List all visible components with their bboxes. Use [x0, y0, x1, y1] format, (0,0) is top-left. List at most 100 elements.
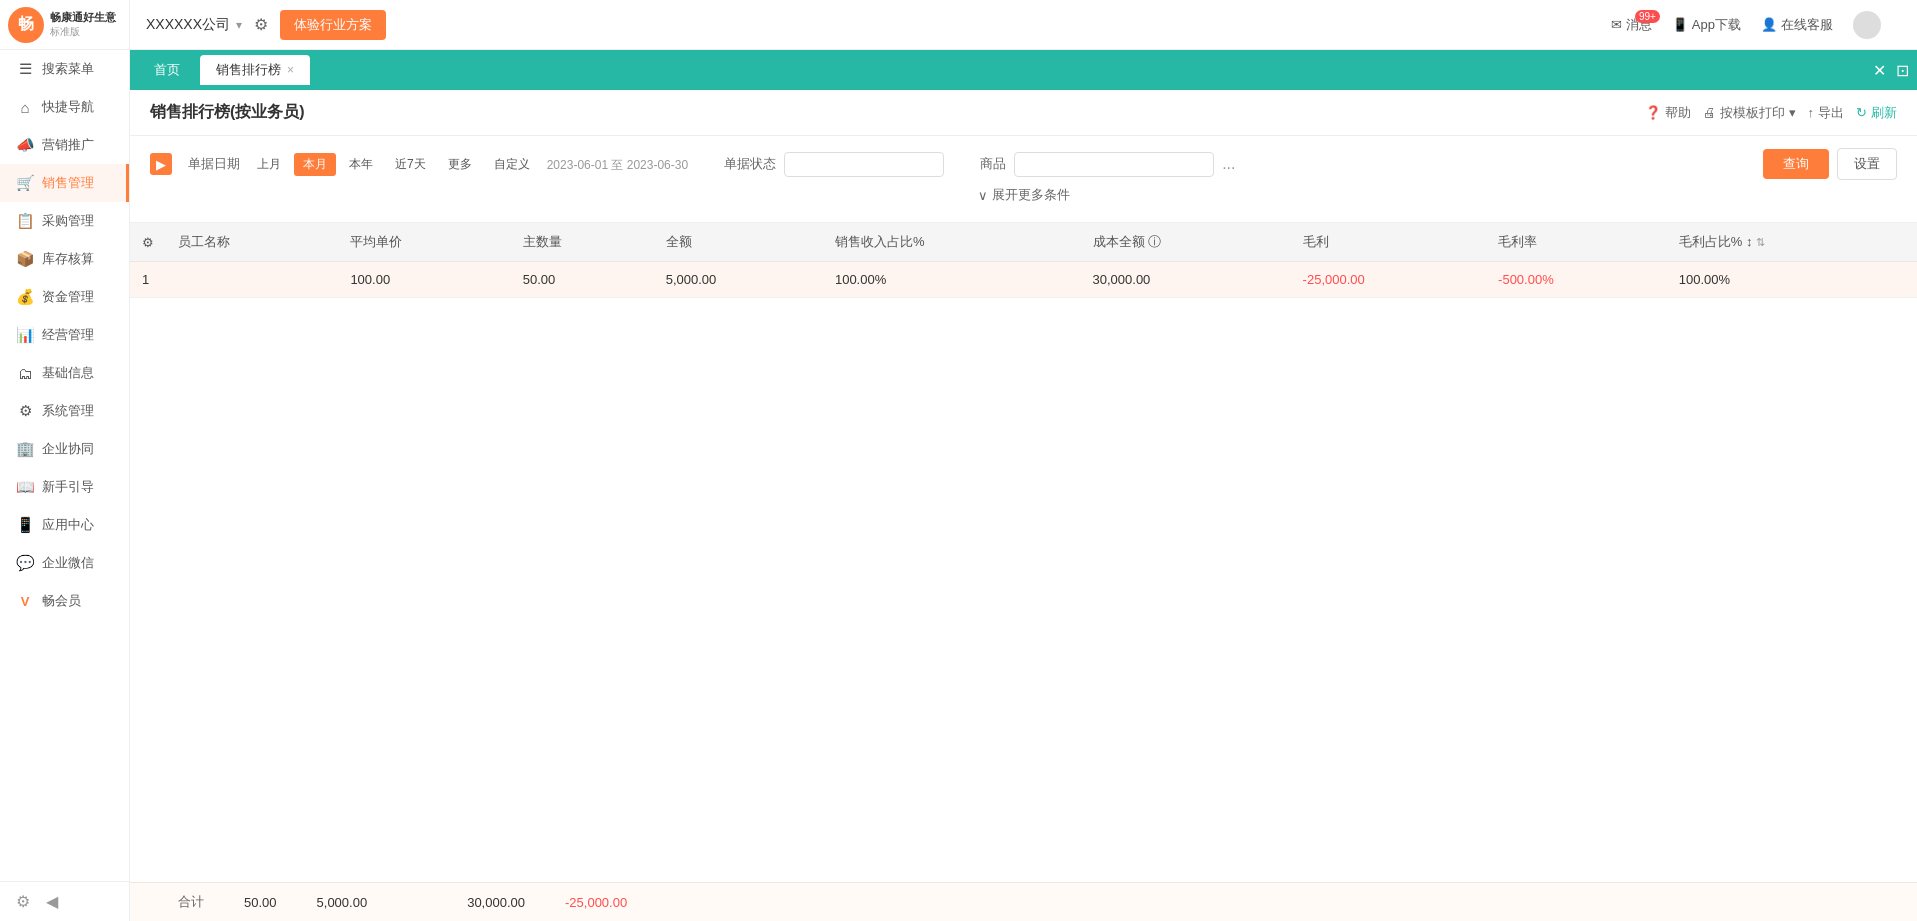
more-options-icon[interactable]: ...: [1222, 155, 1235, 173]
date-tab-last-month[interactable]: 上月: [248, 153, 290, 176]
sidebar-label: 系统管理: [42, 402, 94, 420]
sidebar-item-basics[interactable]: 🗂 基础信息: [0, 354, 129, 392]
message-icon: ✉: [1611, 17, 1622, 32]
date-tab-custom[interactable]: 自定义: [485, 153, 539, 176]
table-header-row: ⚙ 员工名称 平均单价 主数量 全额 销售收入占比% 成本全额 ⓘ 毛利 毛利率…: [130, 223, 1917, 262]
refresh-button[interactable]: ↻ 刷新: [1856, 104, 1897, 122]
cell-gross: -25,000.00: [1291, 262, 1486, 298]
window-buttons: ✕ ⊡: [1873, 61, 1909, 80]
trial-button[interactable]: 体验行业方案: [280, 10, 386, 40]
wechat-icon: 💬: [16, 554, 34, 572]
help-label: 帮助: [1665, 104, 1691, 122]
collapse-icon[interactable]: ◀: [46, 892, 58, 911]
sidebar-label: 库存核算: [42, 250, 94, 268]
sort-icon[interactable]: ⇅: [1756, 236, 1765, 248]
inventory-icon: 📦: [16, 250, 34, 268]
status-select[interactable]: [784, 152, 944, 177]
sidebar-item-purchase[interactable]: 📋 采购管理: [0, 202, 129, 240]
expand-row[interactable]: ∨ 展开更多条件: [150, 180, 1897, 210]
date-tab-7days[interactable]: 近7天: [386, 153, 435, 176]
col-gross-pct: 毛利占比% ↕ ⇅: [1667, 223, 1917, 262]
tab-sales-ranking[interactable]: 销售排行榜 ×: [200, 55, 310, 85]
sidebar-item-vip[interactable]: V 畅会员: [0, 582, 129, 620]
company-selector[interactable]: XXXXXX公司 ▾: [146, 16, 242, 34]
date-tab-this-month[interactable]: 本月: [294, 153, 336, 176]
sidebar-item-quick-nav[interactable]: ⌂ 快捷导航: [0, 88, 129, 126]
cell-gross-pct: 100.00%: [1667, 262, 1917, 298]
filter-row-1: ▶ 单据日期 上月 本月 本年 近7天 更多 自定义 2023-06-01 至 …: [150, 148, 1897, 180]
sidebar-label: 营销推广: [42, 136, 94, 154]
sidebar-item-inventory[interactable]: 📦 库存核算: [0, 240, 129, 278]
topbar-gear-icon[interactable]: ⚙: [254, 15, 268, 34]
data-table: ⚙ 员工名称 平均单价 主数量 全额 销售收入占比% 成本全额 ⓘ 毛利 毛利率…: [130, 223, 1917, 298]
chevron-down-icon: ▾: [236, 18, 242, 32]
help-button[interactable]: ❓ 帮助: [1645, 104, 1691, 122]
sidebar-item-marketing[interactable]: 📣 营销推广: [0, 126, 129, 164]
sidebar-item-system[interactable]: ⚙ 系统管理: [0, 392, 129, 430]
help-icon: ❓: [1645, 105, 1661, 120]
cell-sales-pct: 100.00%: [823, 262, 1081, 298]
message-badge: 99+: [1635, 10, 1660, 23]
close-window-icon[interactable]: ✕: [1873, 61, 1886, 80]
basics-icon: 🗂: [16, 365, 34, 382]
sidebar-label: 采购管理: [42, 212, 94, 230]
logo-text: 畅康通好生意 标准版: [50, 10, 116, 39]
cell-cost-amount: 30,000.00: [1081, 262, 1291, 298]
page-header: 销售排行榜(按业务员) ❓ 帮助 🖨 按模板打印 ▾ ↑ 导出 ↻ 刷新: [130, 90, 1917, 136]
sidebar-item-appstore[interactable]: 📱 应用中心: [0, 506, 129, 544]
col-gross: 毛利: [1291, 223, 1486, 262]
sidebar-item-enterprise[interactable]: 🏢 企业协同: [0, 430, 129, 468]
page-actions: ❓ 帮助 🖨 按模板打印 ▾ ↑ 导出 ↻ 刷新: [1645, 104, 1898, 122]
export-label: 导出: [1818, 104, 1844, 122]
sidebar-label: 销售管理: [42, 174, 94, 192]
date-tab-more[interactable]: 更多: [439, 153, 481, 176]
settings-button[interactable]: 设置: [1837, 148, 1897, 180]
date-tab-this-year[interactable]: 本年: [340, 153, 382, 176]
date-tabs: 上月 本月 本年 近7天 更多 自定义: [248, 153, 539, 176]
tab-close-icon[interactable]: ×: [287, 63, 294, 77]
vip-icon: V: [16, 594, 34, 609]
sidebar-label: 资金管理: [42, 288, 94, 306]
chevron-right-icon: ▶: [156, 157, 166, 172]
sidebar-label: 企业协同: [42, 440, 94, 458]
sidebar-label: 应用中心: [42, 516, 94, 534]
template-print-label: 按模板打印: [1720, 104, 1785, 122]
sidebar-item-search-orders[interactable]: ☰ 搜索菜单: [0, 50, 129, 88]
tab-home[interactable]: 首页: [138, 55, 196, 85]
sidebar-item-finance[interactable]: 💰 资金管理: [0, 278, 129, 316]
home-icon: ⌂: [16, 99, 34, 116]
col-cost-amount: 成本全额 ⓘ: [1081, 223, 1291, 262]
sidebar-label: 企业微信: [42, 554, 94, 572]
date-range-display: 2023-06-01 至 2023-06-30: [547, 157, 688, 174]
sidebar-item-wechat[interactable]: 💬 企业微信: [0, 544, 129, 582]
appstore-icon: 📱: [16, 516, 34, 534]
sidebar: 畅 畅康通好生意 标准版 ☰ 搜索菜单 ⌂ 快捷导航 📣 营销推广 🛒 销售管理…: [0, 0, 130, 921]
enterprise-icon: 🏢: [16, 440, 34, 458]
col-setting[interactable]: ⚙: [130, 223, 166, 262]
message-button[interactable]: ✉ 消息 99+: [1611, 16, 1652, 34]
app-icon: 📱: [1672, 17, 1688, 32]
export-icon: ↑: [1808, 105, 1815, 120]
export-button[interactable]: ↑ 导出: [1808, 104, 1845, 122]
sidebar-item-operations[interactable]: 📊 经营管理: [0, 316, 129, 354]
expand-label: 展开更多条件: [992, 186, 1070, 204]
sidebar-item-guide[interactable]: 📖 新手引导: [0, 468, 129, 506]
online-service-button[interactable]: 👤 在线客服: [1761, 16, 1833, 34]
service-icon: 👤: [1761, 17, 1777, 32]
maximize-window-icon[interactable]: ⊡: [1896, 61, 1909, 80]
template-print-button[interactable]: 🖨 按模板打印 ▾: [1703, 104, 1796, 122]
filter-collapse-btn[interactable]: ▶: [150, 153, 172, 175]
logo-icon: 畅: [8, 7, 44, 43]
menu-icon: ☰: [16, 60, 34, 78]
filter-date: 单据日期 上月 本月 本年 近7天 更多 自定义 2023-06-01 至 20…: [188, 153, 688, 176]
filter-goods: 商品 ...: [980, 152, 1235, 177]
system-icon: ⚙: [16, 402, 34, 420]
sidebar-item-sales[interactable]: 🛒 销售管理: [0, 164, 129, 202]
print-icon: 🖨: [1703, 105, 1716, 120]
app-download-button[interactable]: 📱 App下载: [1672, 16, 1741, 34]
query-button[interactable]: 查询: [1763, 149, 1829, 179]
goods-input[interactable]: [1014, 152, 1214, 177]
sidebar-label: 快捷导航: [42, 98, 94, 116]
avatar[interactable]: [1853, 11, 1881, 39]
settings-icon[interactable]: ⚙: [16, 892, 30, 911]
